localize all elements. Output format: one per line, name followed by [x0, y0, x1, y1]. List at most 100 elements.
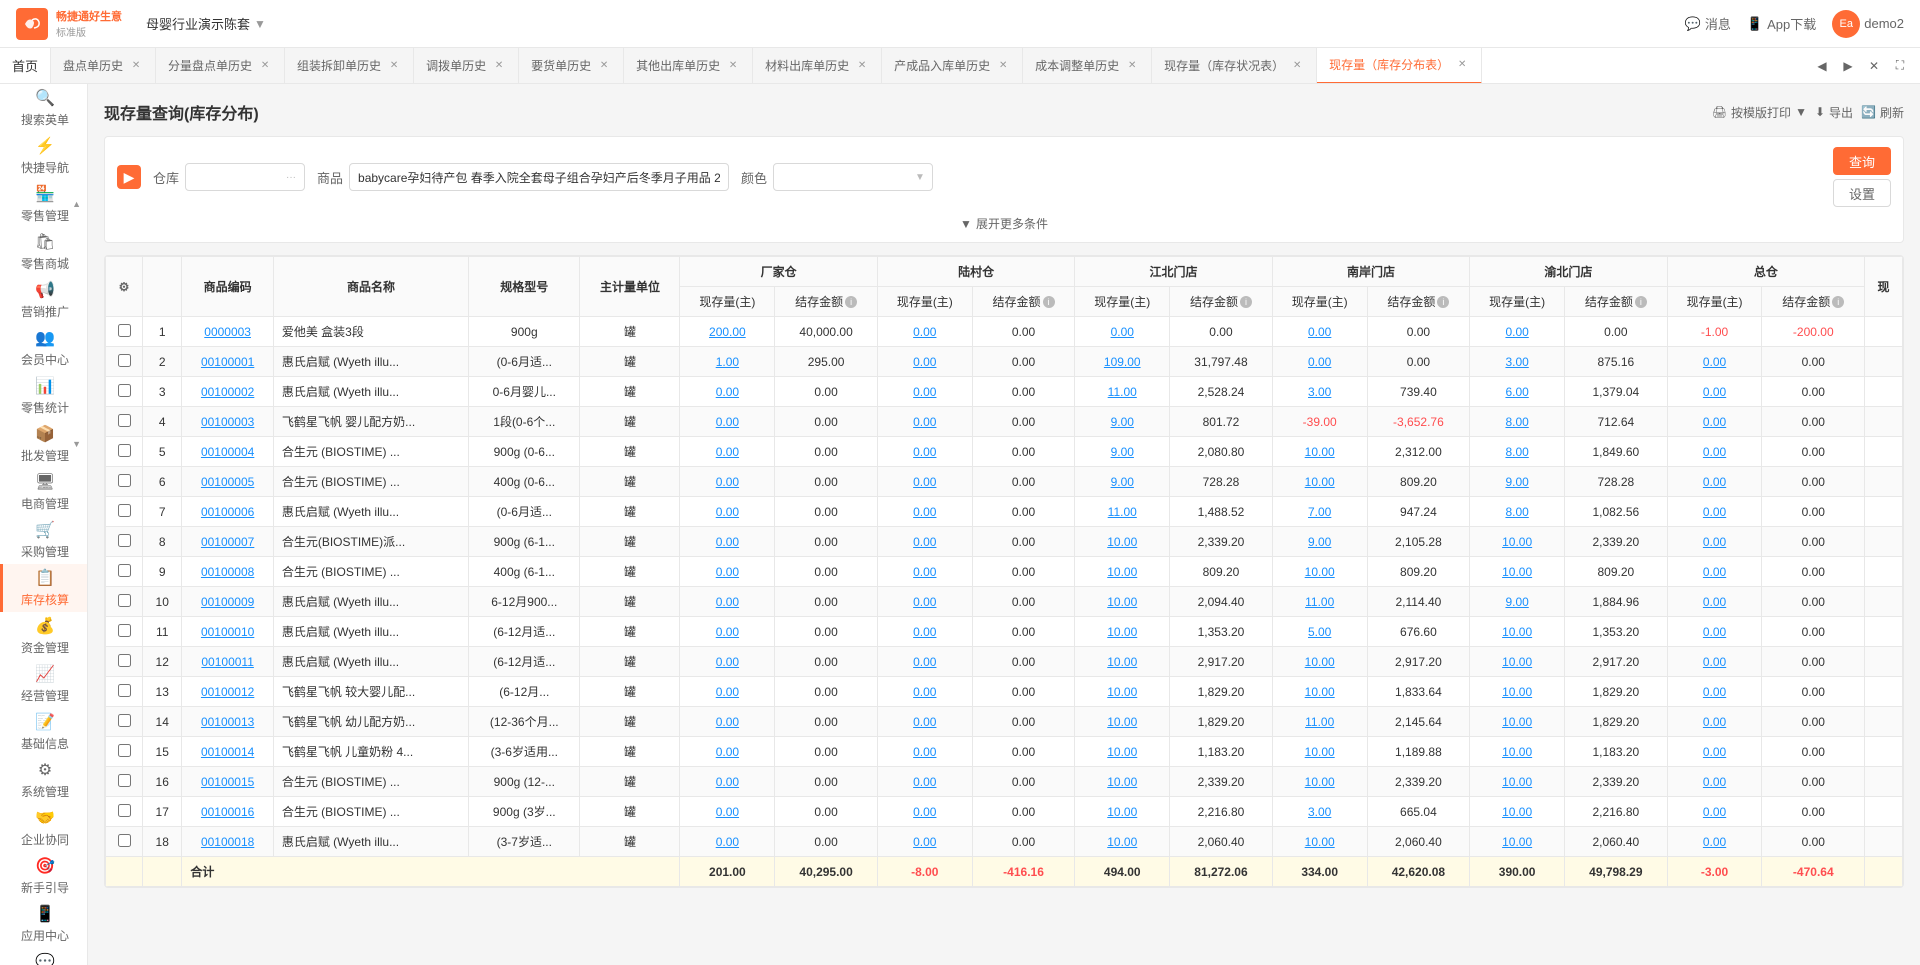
sidebar-item-search[interactable]: 🔍 搜索英单 [0, 84, 87, 132]
tab-xczfb[interactable]: 现存量（库存分布表） ✕ [1317, 48, 1482, 83]
cell-yb-amt: 728.28 [1565, 467, 1668, 497]
cell-checkbox[interactable] [106, 677, 143, 707]
tab-close-clccdh[interactable]: ✕ [855, 59, 869, 73]
sidebar-item-quick[interactable]: ⚡ 快捷导航 [0, 132, 87, 180]
cell-checkbox[interactable] [106, 377, 143, 407]
industry-selector[interactable]: 母婴行业演示陈套 ▼ [146, 14, 266, 33]
goods-input[interactable] [349, 163, 729, 191]
tab-yhdh[interactable]: 要货单历史 ✕ [519, 48, 624, 83]
tab-home[interactable]: 首页 [0, 48, 51, 83]
info-icon-3[interactable]: i [1240, 296, 1252, 308]
tab-ccrkccdh[interactable]: 产成品入库单历史 ✕ [882, 48, 1023, 83]
color-input[interactable] [773, 163, 933, 191]
cell-checkbox[interactable] [106, 827, 143, 857]
cell-checkbox[interactable] [106, 617, 143, 647]
cell-jb-qty: 9.00 [1075, 407, 1170, 437]
cell-checkbox[interactable] [106, 797, 143, 827]
sidebar-item-system[interactable]: ⚙ 系统管理 [0, 756, 87, 804]
tab-close-pddh[interactable]: ✕ [129, 59, 143, 73]
gear-icon[interactable]: ⚙ [114, 277, 134, 297]
print-btn[interactable]: 🖨 按模版打印 ▼ [1712, 104, 1807, 121]
cell-checkbox[interactable] [106, 317, 143, 347]
sidebar-item-retail-mgmt[interactable]: 🏪 零售管理 ▲ [0, 180, 87, 228]
cell-checkbox[interactable] [106, 557, 143, 587]
cell-checkbox[interactable] [106, 437, 143, 467]
tab-zzcxdh[interactable]: 组装拆卸单历史 ✕ [285, 48, 414, 83]
sidebar-item-wholesale[interactable]: 📦 批发管理 ▼ [0, 420, 87, 468]
cell-extra [1865, 647, 1903, 677]
tab-cbtzh[interactable]: 成本调整单历史 ✕ [1023, 48, 1152, 83]
sidebar-item-retail-shop[interactable]: 🛍 零售商城 [0, 228, 87, 276]
info-icon-4[interactable]: i [1437, 296, 1449, 308]
cell-checkbox[interactable] [106, 527, 143, 557]
sidebar-item-ecommerce[interactable]: 🖥 电商管理 [0, 468, 87, 516]
cell-checkbox[interactable] [106, 407, 143, 437]
summary-zc-qty: -3.00 [1667, 857, 1762, 887]
info-icon-1[interactable]: i [845, 296, 857, 308]
cell-lucun-amt: 0.00 [972, 317, 1075, 347]
sidebar-item-guide[interactable]: 🎯 新手引导 [0, 852, 87, 900]
message-btn[interactable]: 💬 消息 [1685, 14, 1731, 33]
info-icon-5[interactable]: i [1635, 296, 1647, 308]
cell-unit: 罐 [580, 647, 680, 677]
cell-factory-amt: 0.00 [775, 617, 878, 647]
sidebar-item-wechat[interactable]: 💬 企业微信 [0, 948, 87, 965]
refresh-btn[interactable]: 🔄 刷新 [1861, 104, 1904, 121]
expand-more-btn[interactable]: ▼ 展开更多条件 [960, 215, 1048, 232]
cell-unit: 罐 [580, 317, 680, 347]
tab-dsdh[interactable]: 调拨单历史 ✕ [414, 48, 519, 83]
cell-checkbox[interactable] [106, 467, 143, 497]
warehouse-select[interactable]: ··· [185, 163, 305, 191]
tab-close-yhdh[interactable]: ✕ [597, 59, 611, 73]
cell-no: 6 [143, 467, 182, 497]
sidebar-item-purchase[interactable]: 🛒 采购管理 [0, 516, 87, 564]
tab-prev-btn[interactable]: ◀ [1810, 54, 1834, 78]
tab-qtccdh[interactable]: 其他出库单历史 ✕ [624, 48, 753, 83]
cell-lucun-amt: 0.00 [972, 827, 1075, 857]
cell-checkbox[interactable] [106, 767, 143, 797]
tab-clccdh[interactable]: 材料出库单历史 ✕ [753, 48, 882, 83]
sidebar-item-marketing[interactable]: 📢 营销推广 [0, 276, 87, 324]
tab-expand-btn[interactable]: ⛶ [1888, 54, 1912, 78]
tab-close-all-btn[interactable]: ✕ [1862, 54, 1886, 78]
cell-checkbox[interactable] [106, 347, 143, 377]
sidebar-item-appcenter[interactable]: 📱 应用中心 [0, 900, 87, 948]
sidebar-item-member[interactable]: 👥 会员中心 [0, 324, 87, 372]
tab-close-dsdh[interactable]: ✕ [492, 59, 506, 73]
cell-nb-qty: 10.00 [1272, 677, 1367, 707]
tab-close-fbddh[interactable]: ✕ [258, 59, 272, 73]
cell-factory-amt: 0.00 [775, 737, 878, 767]
sidebar-item-finance[interactable]: 💰 资金管理 [0, 612, 87, 660]
app-download-btn[interactable]: 📱 App下载 [1747, 14, 1816, 33]
tab-close-cbtzh[interactable]: ✕ [1125, 59, 1139, 73]
info-icon-2[interactable]: i [1043, 296, 1055, 308]
cell-checkbox[interactable] [106, 497, 143, 527]
cell-checkbox[interactable] [106, 587, 143, 617]
cell-name: 飞鹤星飞帆 婴儿配方奶... [273, 407, 468, 437]
tab-close-xczfb[interactable]: ✕ [1455, 58, 1469, 72]
settings-button[interactable]: 设置 [1833, 179, 1891, 207]
cell-checkbox[interactable] [106, 647, 143, 677]
sidebar-item-inventory[interactable]: 📋 库存核算 [0, 564, 87, 612]
tab-close-zzcxdh[interactable]: ✕ [387, 59, 401, 73]
tab-pddh[interactable]: 盘点单历史 ✕ [51, 48, 156, 83]
tab-close-xczlkzb[interactable]: ✕ [1290, 59, 1304, 73]
export-btn[interactable]: ⬇ 导出 [1815, 104, 1853, 121]
filter-expand-btn[interactable]: ▶ [117, 165, 141, 189]
sidebar-item-basic[interactable]: 📝 基础信息 [0, 708, 87, 756]
cell-checkbox[interactable] [106, 707, 143, 737]
query-button[interactable]: 查询 [1833, 147, 1891, 175]
tab-close-ccrkccdh[interactable]: ✕ [996, 59, 1010, 73]
cell-spec: 900g (3岁... [469, 797, 580, 827]
sidebar-item-retail-stats[interactable]: 📊 零售统计 [0, 372, 87, 420]
sidebar-item-enterprise[interactable]: 🤝 企业协同 [0, 804, 87, 852]
tab-fbddh[interactable]: 分量盘点单历史 ✕ [156, 48, 285, 83]
tab-next-btn[interactable]: ▶ [1836, 54, 1860, 78]
user-area[interactable]: Ea demo2 [1832, 10, 1904, 38]
tab-close-qtccdh[interactable]: ✕ [726, 59, 740, 73]
cell-checkbox[interactable] [106, 737, 143, 767]
tab-xczlkzb[interactable]: 现存量（库存状况表） ✕ [1152, 48, 1317, 83]
sidebar-item-business[interactable]: 📈 经营管理 [0, 660, 87, 708]
cell-zc-amt: 0.00 [1762, 737, 1865, 767]
info-icon-6[interactable]: i [1832, 296, 1844, 308]
